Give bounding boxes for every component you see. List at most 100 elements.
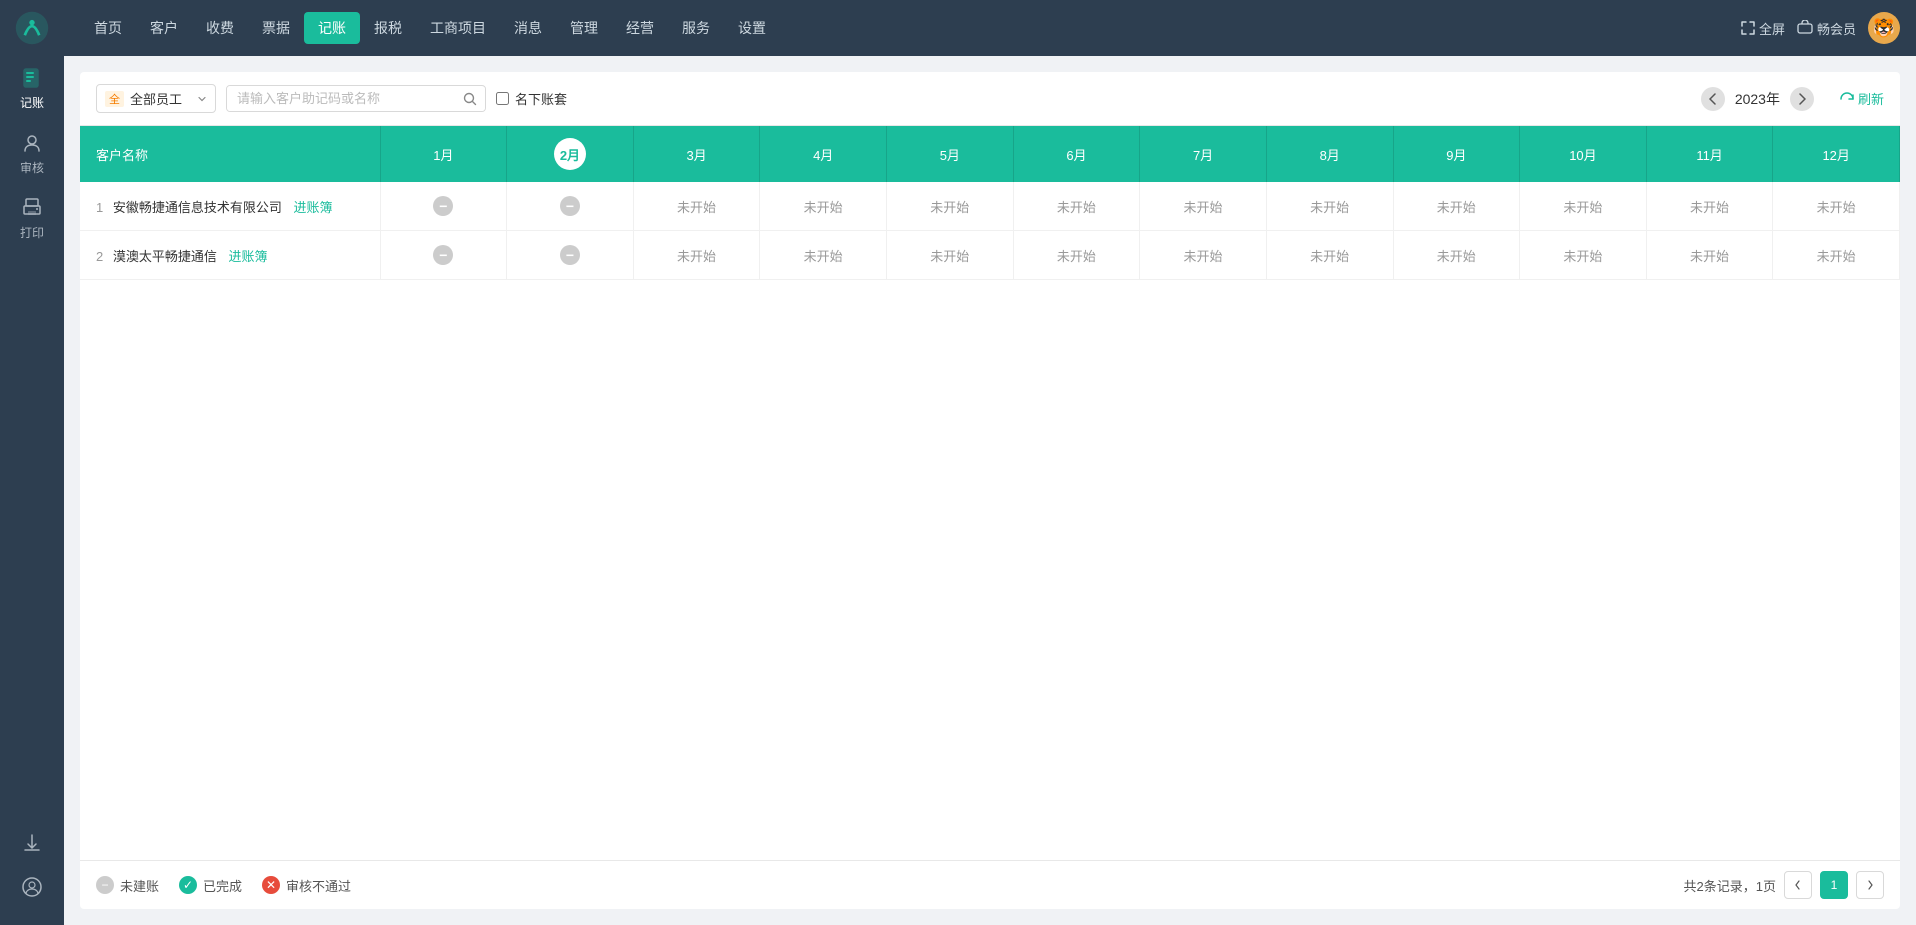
- refresh-label: 刷新: [1858, 89, 1884, 108]
- table-row: 1 安徽畅捷通信息技术有限公司 进账簿 − − 未开始 未开始 未开始 未开始 …: [80, 182, 1900, 231]
- table-row: 2 漠澳太平畅捷通信 进账簿 − − 未开始 未开始 未开始 未开始 未开始 未…: [80, 231, 1900, 280]
- row-index-2: 2: [96, 249, 103, 264]
- enter-ledger-link-1[interactable]: 进账簿: [294, 200, 333, 215]
- profile-icon: [20, 875, 44, 899]
- employee-select[interactable]: 全 全部员工: [96, 84, 216, 113]
- sidebar-item-jizai[interactable]: 记账: [0, 56, 64, 121]
- nav-fee[interactable]: 收费: [192, 0, 248, 56]
- col-header-dec[interactable]: 12月: [1773, 126, 1900, 182]
- sidebar-item-download[interactable]: [0, 821, 64, 865]
- sidebar-item-shenhe[interactable]: 审核: [0, 121, 64, 186]
- col-header-nov[interactable]: 11月: [1646, 126, 1773, 182]
- footer: − 未建账 ✓ 已完成 ✕ 审核不通过 共2条记录，1页: [80, 860, 1900, 909]
- cell-r2-jan[interactable]: −: [380, 231, 507, 280]
- col-header-may[interactable]: 5月: [887, 126, 1014, 182]
- status-r2-sep: 未开始: [1437, 249, 1476, 264]
- legend-label-gray: 未建账: [120, 876, 159, 895]
- col-header-feb[interactable]: 2月: [507, 126, 634, 182]
- status-r1-apr: 未开始: [804, 200, 843, 215]
- col-header-name: 客户名称: [80, 126, 380, 182]
- user-avatar[interactable]: 🐯: [1868, 12, 1900, 44]
- sidebar-item-print-label: 打印: [20, 224, 44, 241]
- fullscreen-label: 全屏: [1759, 19, 1785, 38]
- prev-year-button[interactable]: [1701, 87, 1725, 111]
- enter-ledger-link-2[interactable]: 进账簿: [229, 249, 268, 264]
- my-accounts-checkbox-label[interactable]: 名下账套: [496, 89, 567, 108]
- sidebar-item-profile[interactable]: [0, 865, 64, 909]
- col-header-apr[interactable]: 4月: [760, 126, 887, 182]
- col-header-jan[interactable]: 1月: [380, 126, 507, 182]
- status-r2-may: 未开始: [930, 249, 969, 264]
- col-header-jul[interactable]: 7月: [1140, 126, 1267, 182]
- client-name-2: 漠澳太平畅捷通信: [113, 249, 217, 264]
- main-wrap: 首页 客户 收费 票据 记账 报税 工商项目 消息 管理 经营 服务 设置 全屏…: [64, 0, 1916, 925]
- status-r1-may: 未开始: [930, 200, 969, 215]
- nav-accounting[interactable]: 记账: [304, 12, 360, 44]
- active-month-circle: 2月: [554, 138, 586, 170]
- cell-r2-feb[interactable]: −: [507, 231, 634, 280]
- prev-page-button[interactable]: [1784, 871, 1812, 899]
- nav-invoice[interactable]: 票据: [248, 0, 304, 56]
- cell-r1-mar: 未开始: [633, 182, 760, 231]
- status-r1-oct: 未开始: [1563, 200, 1602, 215]
- cell-r2-aug: 未开始: [1266, 231, 1393, 280]
- nav-customer[interactable]: 客户: [136, 0, 192, 56]
- search-box: [226, 85, 486, 112]
- year-display: 2023年: [1735, 89, 1780, 109]
- nav-settings[interactable]: 设置: [724, 0, 780, 56]
- employee-tag: 全: [105, 91, 124, 107]
- nav-business[interactable]: 工商项目: [416, 0, 500, 56]
- nav-home[interactable]: 首页: [80, 0, 136, 56]
- status-r1-aug: 未开始: [1310, 200, 1349, 215]
- cell-r1-apr: 未开始: [760, 182, 887, 231]
- search-input[interactable]: [227, 86, 455, 111]
- search-button[interactable]: [455, 87, 485, 111]
- nav-manage[interactable]: 管理: [556, 0, 612, 56]
- col-header-sep[interactable]: 9月: [1393, 126, 1520, 182]
- col-header-aug[interactable]: 8月: [1266, 126, 1393, 182]
- cell-r2-apr: 未开始: [760, 231, 887, 280]
- col-header-jun[interactable]: 6月: [1013, 126, 1140, 182]
- cell-name-1: 1 安徽畅捷通信息技术有限公司 进账簿: [80, 182, 380, 231]
- cell-r2-sep: 未开始: [1393, 231, 1520, 280]
- sidebar-bottom: [0, 821, 64, 925]
- nav-message[interactable]: 消息: [500, 0, 556, 56]
- cell-r1-feb[interactable]: −: [507, 182, 634, 231]
- status-icon-2-feb: −: [560, 245, 580, 265]
- status-r1-dec: 未开始: [1817, 200, 1856, 215]
- member-btn[interactable]: 畅会员: [1797, 19, 1856, 38]
- legend-icon-gray: −: [96, 876, 114, 894]
- refresh-button[interactable]: 刷新: [1840, 89, 1884, 108]
- col-header-oct[interactable]: 10月: [1520, 126, 1647, 182]
- status-r1-jun: 未开始: [1057, 200, 1096, 215]
- logo: [0, 0, 64, 56]
- status-r2-jun: 未开始: [1057, 249, 1096, 264]
- next-page-button[interactable]: [1856, 871, 1884, 899]
- pagination-info: 共2条记录，1页: [1684, 876, 1776, 895]
- legend-rejected: ✕ 审核不通过: [262, 876, 351, 895]
- fullscreen-btn[interactable]: 全屏: [1741, 19, 1785, 38]
- row-index-1: 1: [96, 200, 103, 215]
- cell-r1-jan[interactable]: −: [380, 182, 507, 231]
- sidebar-item-print[interactable]: 打印: [0, 186, 64, 251]
- cell-r1-may: 未开始: [887, 182, 1014, 231]
- ledger-icon: [20, 66, 44, 90]
- col-header-mar[interactable]: 3月: [633, 126, 760, 182]
- status-r2-aug: 未开始: [1310, 249, 1349, 264]
- nav-service[interactable]: 服务: [668, 0, 724, 56]
- cell-r2-may: 未开始: [887, 231, 1014, 280]
- cell-r2-mar: 未开始: [633, 231, 760, 280]
- my-accounts-checkbox[interactable]: [496, 92, 509, 105]
- cell-r2-jun: 未开始: [1013, 231, 1140, 280]
- toolbar: 全 全部员工 名下: [80, 72, 1900, 126]
- page-1-button[interactable]: 1: [1820, 871, 1848, 899]
- cell-r1-aug: 未开始: [1266, 182, 1393, 231]
- sidebar-item-jizai-label: 记账: [20, 94, 44, 111]
- my-accounts-label: 名下账套: [515, 89, 567, 108]
- nav-tax[interactable]: 报税: [360, 0, 416, 56]
- next-year-button[interactable]: [1790, 87, 1814, 111]
- cell-r2-jul: 未开始: [1140, 231, 1267, 280]
- nav-operation[interactable]: 经营: [612, 0, 668, 56]
- accounts-table: 客户名称 1月 2月 3月 4月 5月 6月 7月 8月: [80, 126, 1900, 280]
- cell-r2-dec: 未开始: [1773, 231, 1900, 280]
